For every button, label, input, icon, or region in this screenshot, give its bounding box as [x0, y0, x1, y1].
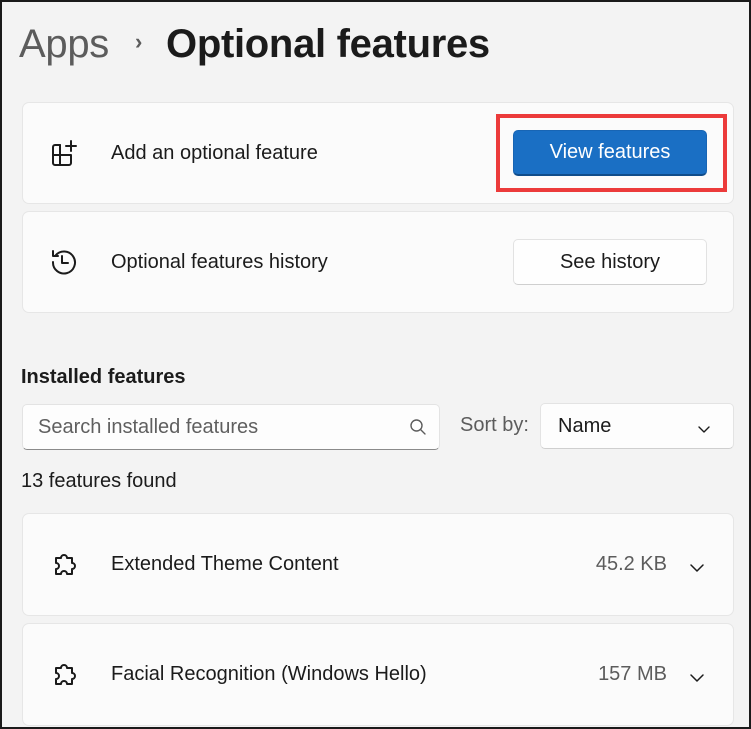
add-optional-feature-label: Add an optional feature [111, 141, 318, 164]
feature-size: 157 MB [598, 663, 667, 685]
chevron-down-icon[interactable] [689, 560, 705, 572]
feature-name: Facial Recognition (Windows Hello) [111, 663, 427, 685]
puzzle-piece-icon [49, 550, 79, 580]
feature-row[interactable]: Facial Recognition (Windows Hello) 157 M… [22, 623, 734, 726]
breadcrumb-apps-link[interactable]: Apps [19, 22, 109, 67]
search-installed-features-input[interactable] [23, 415, 393, 439]
features-found-count: 13 features found [21, 470, 177, 492]
feature-size: 45.2 KB [595, 553, 667, 575]
history-clock-icon [49, 247, 79, 277]
optional-features-history-label: Optional features history [111, 250, 328, 273]
page-title: Optional features [166, 22, 490, 66]
chevron-down-icon [697, 421, 711, 433]
search-installed-features-box [22, 404, 440, 450]
sort-by-label: Sort by: [460, 414, 529, 436]
optional-features-history-card: Optional features history See history [22, 211, 734, 313]
sort-by-value: Name [558, 414, 612, 437]
breadcrumb-chevron-icon: › [134, 28, 143, 54]
feature-row[interactable]: Extended Theme Content 45.2 KB [22, 513, 734, 616]
see-history-button[interactable]: See history [513, 239, 707, 285]
installed-features-heading: Installed features [21, 366, 186, 388]
feature-name: Extended Theme Content [111, 553, 339, 575]
highlight-box [496, 114, 727, 192]
puzzle-piece-icon [49, 660, 79, 690]
breadcrumb: Apps › Optional features [19, 22, 490, 67]
search-icon[interactable] [409, 418, 427, 436]
chevron-down-icon[interactable] [689, 670, 705, 682]
sort-by-dropdown[interactable]: Name [540, 403, 734, 449]
add-app-grid-icon [49, 138, 79, 168]
